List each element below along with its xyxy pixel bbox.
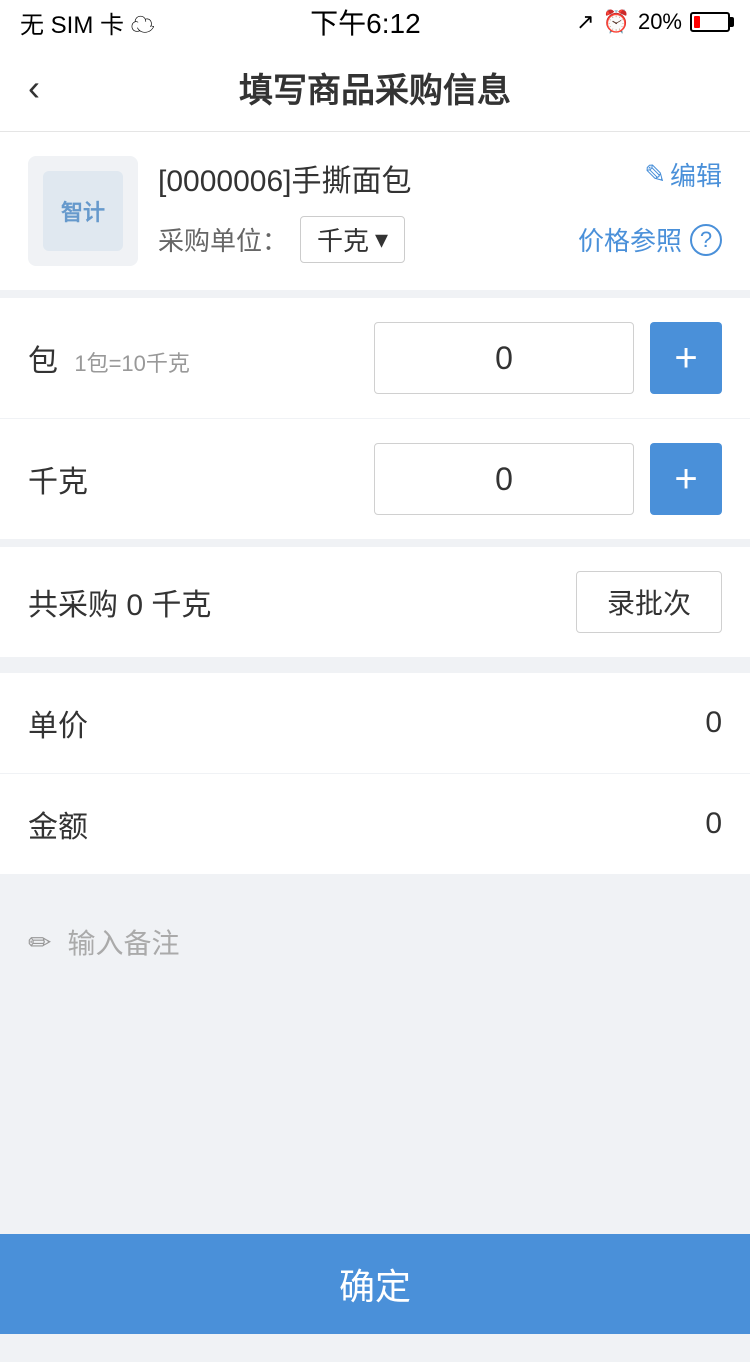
unit-label: 采购单位：	[158, 221, 288, 258]
kg-input-wrap: 0 +	[188, 443, 722, 515]
remark-section[interactable]: ✏ 输入备注	[0, 882, 750, 1002]
nav-bar: ‹ 填写商品采购信息	[0, 44, 750, 132]
nav-icon: ↗	[576, 9, 594, 35]
remark-input[interactable]: 输入备注	[67, 922, 179, 962]
status-left: 无 SIM 卡 ☁	[20, 5, 155, 40]
product-image: 智计	[28, 156, 138, 266]
confirm-label: 确定	[339, 1258, 411, 1310]
product-logo: 智计	[43, 171, 123, 251]
summary-text: 共采购 0 千克	[28, 580, 211, 624]
battery-fill	[694, 16, 700, 28]
kg-plus-button[interactable]: +	[650, 443, 722, 515]
product-card: 智计 [0000006]手撕面包 ✎ 编辑 采购单位： 千克 ▾ 价格参照 ?	[0, 132, 750, 298]
bag-input-wrap: 0 +	[190, 322, 722, 394]
edit-icon: ✎	[644, 159, 666, 190]
batch-button[interactable]: 录批次	[576, 571, 722, 633]
status-bar: 无 SIM 卡 ☁ 下午6:12 ↗ ⏰ 20%	[0, 0, 750, 44]
edit-label: 编辑	[670, 156, 722, 193]
price-section: 单价 0 金额 0	[0, 673, 750, 874]
chevron-down-icon: ▾	[375, 224, 388, 255]
battery-icon	[690, 12, 730, 32]
kg-row: 千克 0 +	[0, 419, 750, 539]
bag-row: 包 1包=10千克 0 +	[0, 298, 750, 419]
kg-input[interactable]: 0	[374, 443, 634, 515]
product-unit-row: 采购单位： 千克 ▾ 价格参照 ?	[158, 216, 722, 263]
confirm-button[interactable]: 确定	[0, 1234, 750, 1334]
product-info: [0000006]手撕面包 ✎ 编辑 采购单位： 千克 ▾ 价格参照 ?	[158, 156, 722, 263]
unit-price-value: 0	[705, 706, 722, 740]
info-icon: ?	[690, 224, 722, 256]
edit-button[interactable]: ✎ 编辑	[644, 156, 722, 193]
bag-plus-button[interactable]: +	[650, 322, 722, 394]
battery-percent: 20%	[638, 9, 682, 35]
status-right: ↗ ⏰ 20%	[576, 9, 730, 35]
unit-select[interactable]: 千克 ▾	[300, 216, 405, 263]
unit-price-label: 单价	[28, 701, 88, 745]
amount-label: 金额	[28, 802, 88, 846]
unit-price-row: 单价 0	[0, 673, 750, 774]
summary-row: 共采购 0 千克 录批次	[0, 547, 750, 665]
alarm-icon: ⏰	[603, 9, 630, 35]
sim-label: 无 SIM 卡 ☁	[20, 5, 155, 40]
page-title: 填写商品采购信息	[239, 63, 511, 112]
price-ref-button[interactable]: 价格参照 ?	[578, 221, 722, 258]
pencil-icon: ✏	[28, 926, 51, 959]
bag-input[interactable]: 0	[374, 322, 634, 394]
kg-label: 千克	[28, 457, 188, 501]
back-button[interactable]: ‹	[28, 67, 40, 109]
bag-sublabel: 1包=10千克	[74, 351, 190, 376]
product-header: [0000006]手撕面包 ✎ 编辑	[158, 156, 722, 200]
unit-value: 千克	[317, 221, 369, 258]
status-time: 下午6:12	[310, 2, 421, 42]
divider	[0, 665, 750, 673]
amount-value: 0	[705, 807, 722, 841]
product-name: [0000006]手撕面包	[158, 156, 411, 200]
price-ref-label: 价格参照	[578, 221, 682, 258]
quantity-section: 包 1包=10千克 0 + 千克 0 +	[0, 298, 750, 539]
amount-row: 金额 0	[0, 774, 750, 874]
bag-label: 包 1包=10千克	[28, 336, 190, 380]
